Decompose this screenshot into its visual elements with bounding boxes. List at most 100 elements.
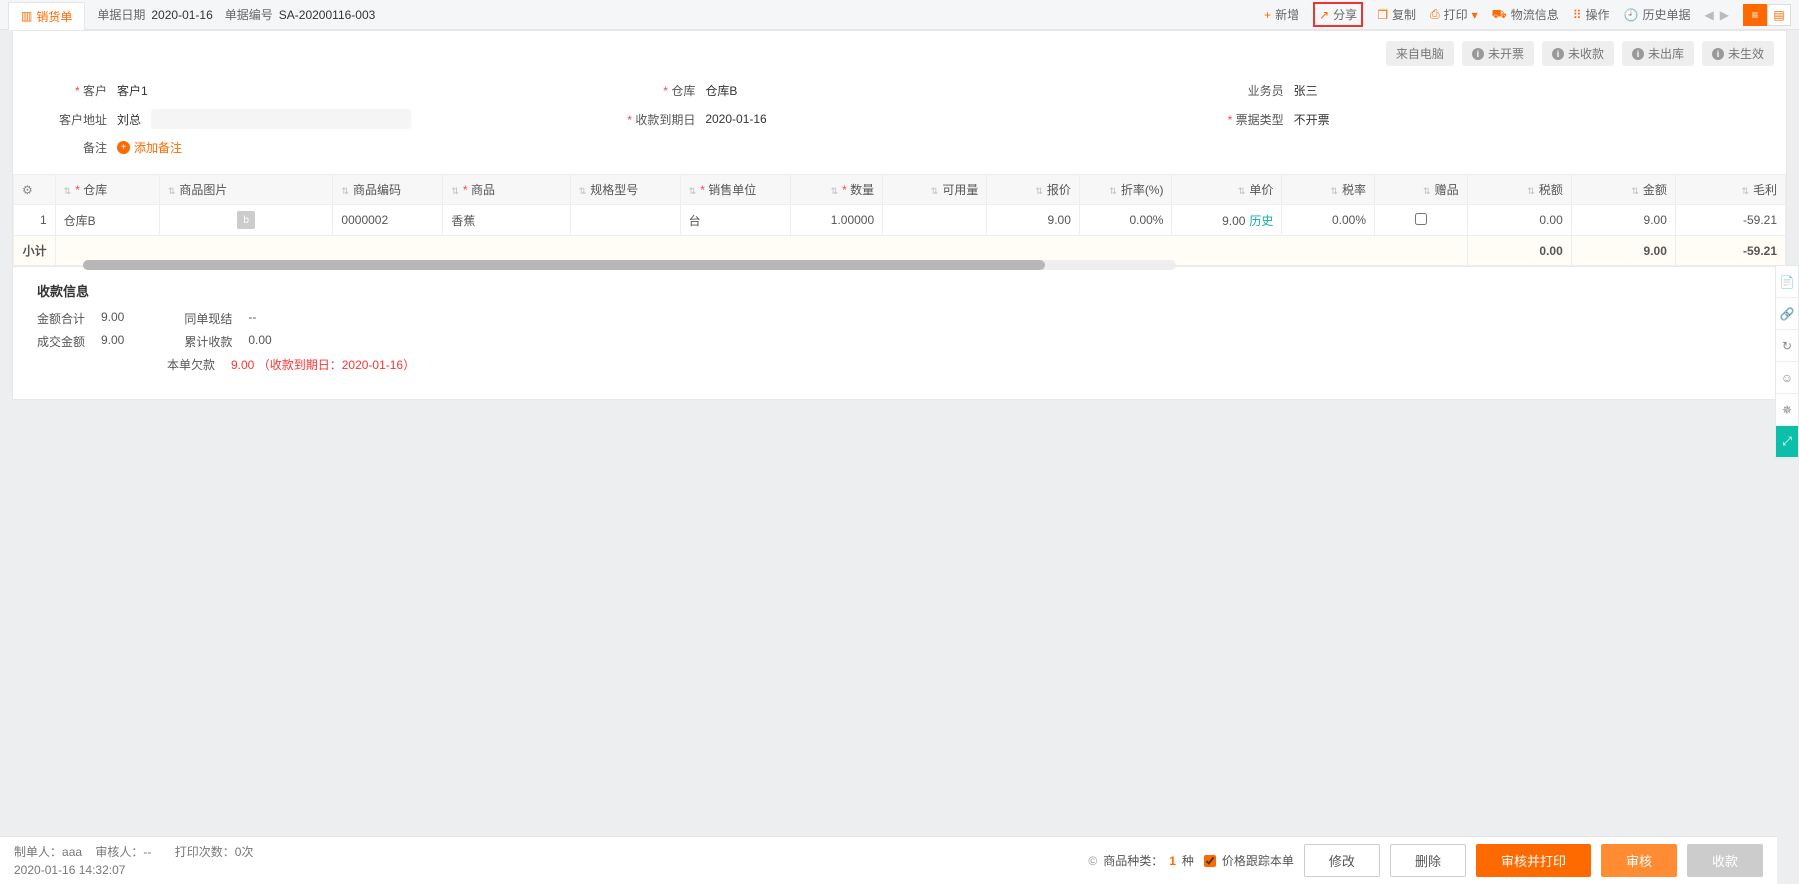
- image-placeholder-icon[interactable]: b: [237, 211, 255, 229]
- billtype-value[interactable]: 不开票: [1294, 111, 1330, 128]
- price-history-link[interactable]: 历史: [1249, 212, 1273, 229]
- audit-print-button[interactable]: 审核并打印: [1476, 844, 1591, 877]
- next-doc-button[interactable]: ▶: [1720, 8, 1729, 22]
- modify-button[interactable]: 修改: [1304, 844, 1380, 877]
- customer-label: 客户: [37, 82, 107, 99]
- sort-icon[interactable]: ⇅: [1423, 186, 1431, 196]
- status-source[interactable]: 来自电脑: [1386, 41, 1454, 66]
- note-label: 备注: [37, 139, 107, 156]
- doc-number: 单据编号 SA-20200116-003: [225, 6, 376, 23]
- status-unshipped[interactable]: i未出库: [1622, 41, 1694, 66]
- status-tags: 来自电脑 i未开票 i未收款 i未出库 i未生效: [13, 31, 1786, 76]
- prev-doc-button[interactable]: ◀: [1705, 8, 1714, 22]
- sort-icon[interactable]: ⇅: [1631, 186, 1639, 196]
- warehouse-value[interactable]: 仓库B: [705, 82, 737, 99]
- history-icon: 🕘: [1624, 8, 1639, 22]
- sort-icon[interactable]: ⇅: [831, 186, 839, 196]
- cell-product[interactable]: 香蕉: [443, 205, 570, 236]
- form-grid: 客户客户1 仓库仓库B 业务员张三 客户地址刘总 收款到期日2020-01-16…: [13, 76, 1786, 174]
- audit-button[interactable]: 审核: [1601, 844, 1677, 877]
- info-icon: i: [1632, 48, 1644, 60]
- duedate-label: 收款到期日: [625, 111, 695, 128]
- copy-button[interactable]: ❐复制: [1377, 6, 1416, 23]
- cell-tax: 0.00: [1467, 205, 1571, 236]
- cell-taxrate[interactable]: 0.00%: [1282, 205, 1375, 236]
- sku-info: © 商品种类：1 种: [1088, 852, 1194, 869]
- actions-button[interactable]: ⠿操作: [1573, 6, 1610, 23]
- cell-code[interactable]: 0000002: [333, 205, 443, 236]
- sort-icon[interactable]: ⇅: [341, 186, 349, 196]
- footer-timestamp: 2020-01-16 14:32:07: [14, 861, 253, 879]
- subtotal-tax: 0.00: [1467, 236, 1571, 266]
- sort-icon[interactable]: ⇅: [168, 186, 176, 196]
- note-tool-icon[interactable]: 📄: [1776, 266, 1798, 298]
- total-label: 金额合计: [37, 310, 89, 327]
- sameorder-value: --: [248, 310, 256, 327]
- cell-profit: -59.21: [1675, 205, 1785, 236]
- side-tools: 📄 🔗 ↻ ☺ ✵ ⤢: [1775, 265, 1799, 459]
- lock-tool-icon[interactable]: ✵: [1776, 394, 1798, 426]
- cell-warehouse[interactable]: 仓库B: [55, 205, 159, 236]
- copy-icon: ❐: [1377, 8, 1388, 22]
- sort-icon[interactable]: ⇅: [579, 186, 587, 196]
- cell-discount[interactable]: 0.00%: [1079, 205, 1172, 236]
- deal-label: 成交金额: [37, 333, 89, 350]
- cell-quote[interactable]: 9.00: [987, 205, 1080, 236]
- expand-tool-icon[interactable]: ⤢: [1776, 426, 1798, 458]
- sort-icon[interactable]: ⇅: [1109, 186, 1117, 196]
- info-icon: i: [1552, 48, 1564, 60]
- print-button[interactable]: ⎙打印▾: [1430, 6, 1478, 23]
- share-button[interactable]: ↗分享: [1313, 2, 1363, 27]
- sort-icon[interactable]: ⇅: [1330, 186, 1338, 196]
- refresh-tool-icon[interactable]: ↻: [1776, 330, 1798, 362]
- gear-icon[interactable]: ⚙: [22, 183, 33, 197]
- view-list-button[interactable]: ≡: [1743, 4, 1767, 26]
- receive-button[interactable]: 收款: [1687, 844, 1763, 877]
- deal-value: 9.00: [101, 333, 124, 350]
- sort-icon[interactable]: ⇅: [1035, 186, 1043, 196]
- owe-label: 本单欠款: [167, 356, 219, 373]
- row-index: 1: [14, 205, 56, 236]
- total-value: 9.00: [101, 310, 124, 327]
- cell-price[interactable]: 9.00历史: [1172, 205, 1282, 236]
- status-inactive[interactable]: i未生效: [1702, 41, 1774, 66]
- sort-icon[interactable]: ⇅: [64, 186, 72, 196]
- cell-amount: 9.00: [1571, 205, 1675, 236]
- add-note-button[interactable]: 添加备注: [117, 139, 182, 156]
- new-button[interactable]: +新增: [1264, 6, 1299, 23]
- sort-icon[interactable]: ⇅: [1527, 186, 1535, 196]
- items-table: ⚙ ⇅仓库 ⇅商品图片 ⇅商品编码 ⇅商品 ⇅规格型号 ⇅销售单位 ⇅数量 ⇅可…: [13, 174, 1786, 266]
- customer-value[interactable]: 客户1: [117, 82, 148, 99]
- cell-qty[interactable]: 1.00000: [790, 205, 883, 236]
- delete-button[interactable]: 删除: [1390, 844, 1466, 877]
- address-value[interactable]: 刘总: [117, 111, 141, 128]
- salesman-label: 业务员: [1214, 82, 1284, 99]
- status-unpaid[interactable]: i未收款: [1542, 41, 1614, 66]
- cell-unit[interactable]: 台: [680, 205, 790, 236]
- history-button[interactable]: 🕘历史单据: [1624, 6, 1691, 23]
- salesman-value[interactable]: 张三: [1294, 82, 1318, 99]
- track-price-checkbox[interactable]: [1204, 855, 1216, 867]
- cell-spec[interactable]: [570, 205, 680, 236]
- sort-icon[interactable]: ⇅: [451, 186, 459, 196]
- doc-tab[interactable]: ▥ 销货单: [8, 2, 85, 30]
- attachment-tool-icon[interactable]: 🔗: [1776, 298, 1798, 330]
- table-header-row: ⚙ ⇅仓库 ⇅商品图片 ⇅商品编码 ⇅商品 ⇅规格型号 ⇅销售单位 ⇅数量 ⇅可…: [14, 175, 1786, 205]
- subtotal-profit: -59.21: [1675, 236, 1785, 266]
- table-row[interactable]: 1 仓库B b 0000002 香蕉 台 1.00000 9.00 0.00% …: [14, 205, 1786, 236]
- sort-icon[interactable]: ⇅: [689, 186, 697, 196]
- duedate-value[interactable]: 2020-01-16: [705, 112, 766, 126]
- sort-icon[interactable]: ⇅: [1741, 186, 1749, 196]
- owe-value: 9.00 （收款到期日：2020-01-16）: [231, 356, 415, 373]
- toolbar: +新增 ↗分享 ❐复制 ⎙打印▾ ⛟物流信息 ⠿操作 🕘历史单据 ◀ ▶ ≡ ▤: [1264, 2, 1791, 27]
- view-card-button[interactable]: ▤: [1767, 4, 1791, 26]
- horizontal-scrollbar[interactable]: [83, 260, 1176, 270]
- gift-checkbox[interactable]: [1415, 213, 1427, 225]
- status-uninvoiced[interactable]: i未开票: [1462, 41, 1534, 66]
- logistics-button[interactable]: ⛟物流信息: [1492, 6, 1559, 23]
- track-price[interactable]: 价格跟踪本单: [1204, 852, 1294, 869]
- user-tool-icon[interactable]: ☺: [1776, 362, 1798, 394]
- sort-icon[interactable]: ⇅: [1238, 186, 1246, 196]
- sort-icon[interactable]: ⇅: [931, 186, 939, 196]
- copyright-icon: ©: [1088, 854, 1097, 868]
